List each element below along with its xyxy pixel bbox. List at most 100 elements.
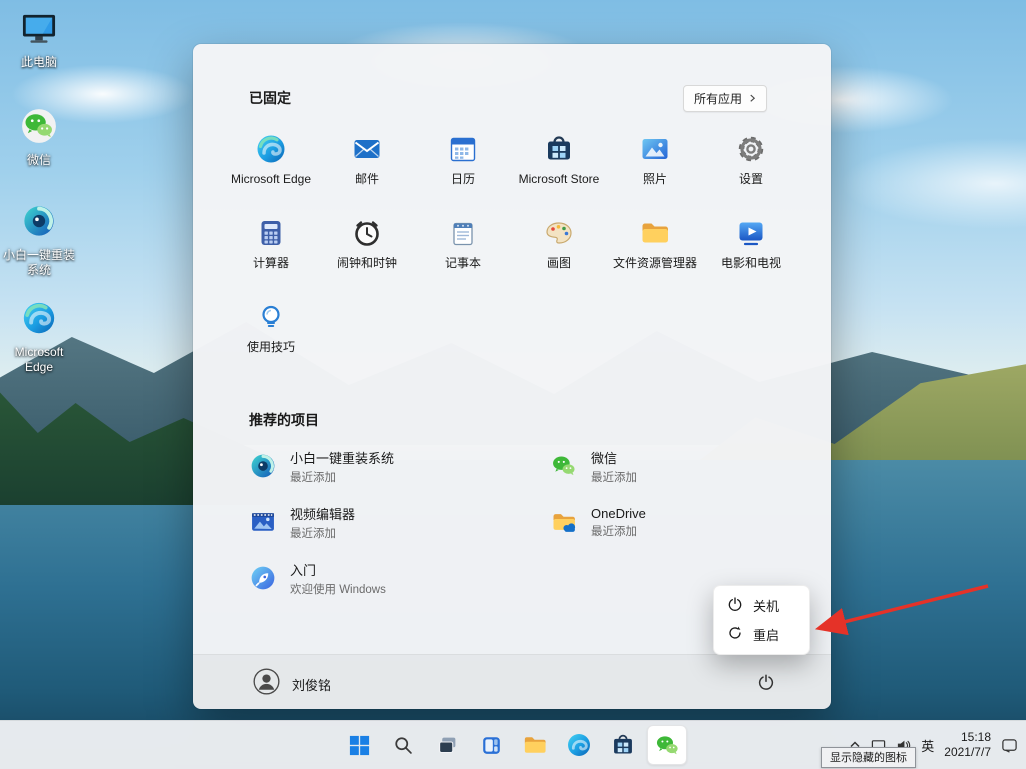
search-icon [394,736,412,754]
desktop-icon-label: 此电脑 [20,55,57,69]
edge-icon [568,734,590,756]
pinned-app-mail[interactable]: 邮件 [319,120,415,204]
desktop-icon-this-pc[interactable]: 此电脑 [2,12,76,70]
wechat-icon [550,452,578,480]
edge-button[interactable] [559,725,599,765]
pinned-app-file-explorer[interactable]: 文件资源管理器 [607,204,703,288]
store-icon [543,133,575,165]
get-started-icon [249,564,277,592]
pinned-app-settings[interactable]: 设置 [703,120,799,204]
paint-icon [543,217,575,249]
recommended-item-subtitle: 最近添加 [591,525,637,538]
power-button[interactable] [753,669,779,695]
pinned-app-tips[interactable]: 使用技巧 [223,288,319,372]
settings-gear-icon [735,133,767,165]
store-icon [614,734,632,754]
pinned-app-calendar[interactable]: 日历 [415,120,511,204]
recommended-item-subtitle: 最近添加 [591,471,637,484]
user-account-button[interactable]: 刘俊铭 [253,668,331,700]
shutdown-label: 关机 [753,599,780,614]
recommended-item-title: OneDrive [591,505,646,521]
video-editor-icon [249,508,277,536]
recommended-item-video-editor[interactable]: 视频编辑器 最近添加 [237,500,522,544]
tray-time: 15:18 [960,730,991,744]
onedrive-icon [550,508,578,536]
pinned-app-notepad[interactable]: 记事本 [415,204,511,288]
pinned-app-label: 设置 [738,173,763,186]
pinned-section-title: 已固定 [249,90,291,106]
recommended-item-get-started[interactable]: 入门 欢迎使用 Windows [237,556,522,600]
movies-tv-icon [735,217,767,249]
recommended-item-subtitle: 最近添加 [290,527,336,540]
notification-center-button[interactable] [1001,737,1018,754]
photos-icon [639,133,671,165]
pinned-app-label: 计算器 [252,257,289,270]
recommended-item-xiaobai[interactable]: 小白一键重装系统 最近添加 [237,444,522,488]
file-explorer-icon [639,217,671,249]
pinned-app-label: 照片 [642,173,667,186]
pinned-app-label: 电影和电视 [720,257,781,270]
mail-icon [351,133,383,165]
windows-logo-icon [349,735,369,755]
pinned-app-label: 邮件 [354,173,379,186]
recommended-item-subtitle: 最近添加 [290,471,336,484]
recommended-item-wechat[interactable]: 微信 最近添加 [538,444,823,488]
recommended-item-onedrive[interactable]: OneDrive 最近添加 [538,500,823,544]
power-icon [758,674,774,690]
widgets-button[interactable] [471,725,511,765]
shutdown-menu-item[interactable]: 关机 [714,591,809,620]
pinned-app-calculator[interactable]: 计算器 [223,204,319,288]
tray-tooltip: 显示隐藏的图标 [821,747,916,768]
xiaobai-icon [21,203,57,244]
all-apps-label: 所有应用 [693,92,742,106]
pinned-app-movies-tv[interactable]: 电影和电视 [703,204,799,288]
task-view-button[interactable] [427,725,467,765]
calculator-icon [255,217,287,249]
recommended-item-title: 小白一键重装系统 [290,450,395,466]
edge-icon [21,300,57,341]
wechat-button[interactable] [647,725,687,765]
pinned-app-edge[interactable]: Microsoft Edge [223,120,319,204]
file-explorer-icon [524,737,546,753]
notification-icon [1002,738,1017,753]
pinned-app-photos[interactable]: 照片 [607,120,703,204]
pinned-app-label: Microsoft Store [518,173,600,186]
xiaobai-icon [249,452,277,480]
restart-icon [727,625,743,644]
search-button[interactable] [383,725,423,765]
desktop-icon-wechat[interactable]: 微信 [2,108,76,168]
pinned-app-label: 文件资源管理器 [612,257,697,270]
pinned-app-alarms[interactable]: 闹钟和时钟 [319,204,415,288]
pinned-app-label: Microsoft Edge [230,173,312,186]
task-view-icon [438,737,455,753]
desktop-icon-label: 小白一键重装系统 [2,248,75,277]
desktop-icon-edge[interactable]: Microsoft Edge [2,300,76,375]
pinned-app-label: 画图 [546,257,571,270]
all-apps-button[interactable]: 所有应用 [682,85,767,112]
calendar-icon [447,133,479,165]
desktop-icon-label: 微信 [26,153,51,167]
restart-menu-item[interactable]: 重启 [714,620,809,649]
alarm-clock-icon [351,217,383,249]
pinned-app-store[interactable]: Microsoft Store [511,120,607,204]
user-avatar-icon [253,668,280,700]
store-button[interactable] [603,725,643,765]
recommended-item-title: 视频编辑器 [290,506,356,522]
recommended-grid: 小白一键重装系统 最近添加 微信 最近添加 视频编辑器 最近添加 OneDrive 最近… [237,444,823,600]
recommended-item-title: 入门 [290,562,317,578]
desktop-icon-label: Microsoft Edge [14,345,64,374]
pinned-app-paint[interactable]: 画图 [511,204,607,288]
power-icon [727,596,743,615]
tips-icon [255,301,287,333]
recommended-section-title: 推荐的项目 [249,412,319,428]
clock[interactable]: 15:18 2021/7/7 [944,730,991,760]
user-name: 刘俊铭 [292,677,332,693]
chevron-right-icon [749,92,756,106]
ime-indicator[interactable]: 英 [921,736,934,755]
start-user-bar: 刘俊铭 [193,654,831,709]
start-button[interactable] [339,725,379,765]
desktop-icon-xiaobai[interactable]: 小白一键重装系统 [2,203,76,278]
pinned-app-label: 日历 [450,173,475,186]
restart-label: 重启 [753,628,780,643]
file-explorer-button[interactable] [515,725,555,765]
